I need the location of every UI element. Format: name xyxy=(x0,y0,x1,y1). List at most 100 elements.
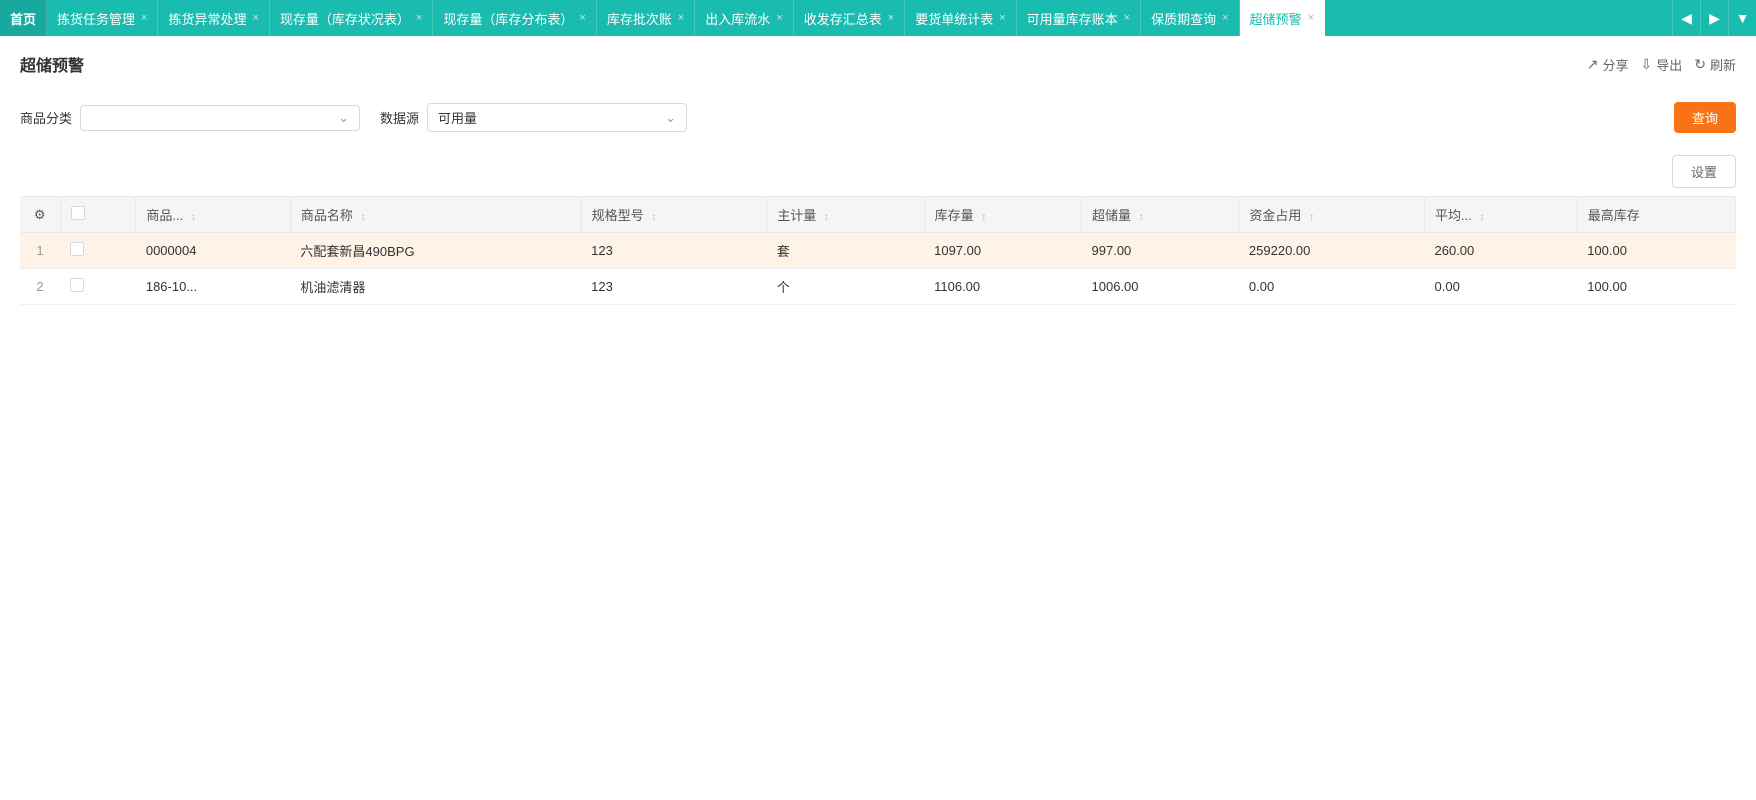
nav-task-mgmt-label: 拣货任务管理 xyxy=(57,9,135,28)
col-header-overstock: 超储量 ↕ xyxy=(1082,197,1239,233)
col-label-stock: 库存量 xyxy=(935,208,974,223)
row-spec: 123 xyxy=(581,269,767,305)
nav-close-expiry[interactable]: × xyxy=(1222,12,1228,24)
page-title: 超储预警 xyxy=(20,52,84,76)
col-header-spec: 规格型号 ↕ xyxy=(581,197,767,233)
category-label: 商品分类 xyxy=(20,108,72,127)
nav-item-stock-dist[interactable]: 现存量（库存分布表） × xyxy=(433,0,596,36)
row-select-checkbox[interactable] xyxy=(70,278,84,292)
col-header-max-stock: 最高库存 xyxy=(1577,197,1735,233)
row-checkbox[interactable] xyxy=(60,233,136,269)
category-filter: 商品分类 ⌄ xyxy=(20,105,360,131)
row-overstock: 1006.00 xyxy=(1082,269,1239,305)
page-header: 超储预警 ↗ 分享 ⇩ 导出 ↻ 刷新 xyxy=(20,52,1736,76)
nav-home-label: 首页 xyxy=(10,9,36,28)
nav-item-task-mgmt[interactable]: 拣货任务管理 × xyxy=(47,0,158,36)
query-button[interactable]: 查询 xyxy=(1674,102,1736,133)
col-header-product-name: 商品名称 ↕ xyxy=(290,197,581,233)
col-header-checkbox xyxy=(60,197,136,233)
row-avg: 260.00 xyxy=(1425,233,1578,269)
sort-icon-capital[interactable]: ↕ xyxy=(1309,212,1314,223)
row-unit: 套 xyxy=(767,233,924,269)
sort-icon-product-name[interactable]: ↕ xyxy=(361,212,366,223)
nav-more-button[interactable]: ▼ xyxy=(1728,0,1756,36)
share-button[interactable]: ↗ 分享 xyxy=(1587,55,1629,74)
sort-icon-unit[interactable]: ↕ xyxy=(824,212,829,223)
nav-expiry-label: 保质期查询 xyxy=(1151,9,1216,28)
nav-item-summary[interactable]: 收发存汇总表 × xyxy=(794,0,905,36)
filter-row: 商品分类 ⌄ 数据源 可用量 ⌄ 查询 xyxy=(20,92,1736,143)
settings-row: 设置 xyxy=(20,155,1736,188)
nav-overstock-label: 超储预警 xyxy=(1250,9,1302,28)
page-container: 超储预警 ↗ 分享 ⇩ 导出 ↻ 刷新 商品分类 ⌄ 数据源 xyxy=(0,36,1756,800)
col-label-max-stock: 最高库存 xyxy=(1588,208,1640,223)
table-body: 10000004六配套新昌490BPG123套1097.00997.002592… xyxy=(20,233,1736,305)
nav-item-overstock[interactable]: 超储预警 × xyxy=(1240,0,1325,36)
export-button[interactable]: ⇩ 导出 xyxy=(1641,55,1683,74)
sort-icon-spec[interactable]: ↕ xyxy=(651,212,656,223)
gear-icon[interactable]: ⚙ xyxy=(34,207,46,222)
refresh-button[interactable]: ↻ 刷新 xyxy=(1694,55,1736,74)
nav-stock-dist-label: 现存量（库存分布表） xyxy=(443,9,573,28)
datasource-value: 可用量 xyxy=(438,108,477,127)
nav-available-book-label: 可用量库存账本 xyxy=(1027,9,1118,28)
nav-item-stock-status[interactable]: 现存量（库存状况表） × xyxy=(270,0,433,36)
nav-close-order-stat[interactable]: × xyxy=(999,12,1005,24)
nav-item-inout-flow[interactable]: 出入库流水 × xyxy=(695,0,793,36)
row-capital: 259220.00 xyxy=(1239,233,1425,269)
select-all-checkbox[interactable] xyxy=(71,206,85,220)
row-max-stock: 100.00 xyxy=(1577,269,1735,305)
nav-item-batch-account[interactable]: 库存批次账 × xyxy=(597,0,695,36)
nav-stock-status-label: 现存量（库存状况表） xyxy=(280,9,410,28)
nav-batch-account-label: 库存批次账 xyxy=(607,9,672,28)
row-max-stock: 100.00 xyxy=(1577,233,1735,269)
datasource-chevron-icon: ⌄ xyxy=(665,110,676,126)
overstock-table: ⚙ 商品... ↕ 商品名称 ↕ 规格型号 ↕ xyxy=(20,196,1736,305)
nav-close-summary[interactable]: × xyxy=(888,12,894,24)
export-label: 导出 xyxy=(1656,55,1682,74)
nav-close-batch-account[interactable]: × xyxy=(678,12,684,24)
share-icon: ↗ xyxy=(1587,56,1599,73)
nav-summary-label: 收发存汇总表 xyxy=(804,9,882,28)
col-header-stock: 库存量 ↕ xyxy=(924,197,1081,233)
row-checkbox[interactable] xyxy=(60,269,136,305)
data-table-container: ⚙ 商品... ↕ 商品名称 ↕ 规格型号 ↕ xyxy=(20,196,1736,305)
nav-close-overstock[interactable]: × xyxy=(1308,12,1314,24)
category-chevron-icon: ⌄ xyxy=(338,110,349,126)
nav-close-stock-status[interactable]: × xyxy=(416,12,422,24)
share-label: 分享 xyxy=(1602,55,1628,74)
nav-item-order-stat[interactable]: 要货单统计表 × xyxy=(905,0,1016,36)
nav-prev-button[interactable]: ◀ xyxy=(1672,0,1700,36)
nav-item-expiry[interactable]: 保质期查询 × xyxy=(1141,0,1239,36)
col-header-product-code: 商品... ↕ xyxy=(136,197,291,233)
sort-icon-stock[interactable]: ↕ xyxy=(981,212,986,223)
nav-item-exception[interactable]: 拣货异常处理 × xyxy=(158,0,269,36)
nav-item-home[interactable]: 首页 xyxy=(0,0,47,36)
refresh-icon: ↻ xyxy=(1694,56,1706,73)
filter-actions: 查询 xyxy=(1674,102,1736,133)
row-avg: 0.00 xyxy=(1425,269,1578,305)
nav-next-button[interactable]: ▶ xyxy=(1700,0,1728,36)
nav-close-inout-flow[interactable]: × xyxy=(776,12,782,24)
nav-close-available-book[interactable]: × xyxy=(1124,12,1130,24)
nav-close-exception[interactable]: × xyxy=(252,12,258,24)
row-select-checkbox[interactable] xyxy=(70,242,84,256)
settings-button[interactable]: 设置 xyxy=(1672,155,1736,188)
datasource-select[interactable]: 可用量 ⌄ xyxy=(427,103,687,132)
nav-close-stock-dist[interactable]: × xyxy=(579,12,585,24)
row-spec: 123 xyxy=(581,233,767,269)
row-unit: 个 xyxy=(767,269,924,305)
col-header-avg: 平均... ↕ xyxy=(1425,197,1578,233)
nav-exception-label: 拣货异常处理 xyxy=(168,9,246,28)
sort-icon-avg[interactable]: ↕ xyxy=(1479,212,1484,223)
nav-item-available-book[interactable]: 可用量库存账本 × xyxy=(1017,0,1141,36)
sort-icon-product-code[interactable]: ↕ xyxy=(191,212,196,223)
col-label-capital: 资金占用 xyxy=(1249,208,1301,223)
sort-icon-overstock[interactable]: ↕ xyxy=(1139,212,1144,223)
datasource-label: 数据源 xyxy=(380,108,419,127)
col-label-product-name: 商品名称 xyxy=(301,208,353,223)
category-select[interactable]: ⌄ xyxy=(80,105,360,131)
table-row: 2186-10...机油滤清器123个1106.001006.000.000.0… xyxy=(20,269,1736,305)
nav-close-task-mgmt[interactable]: × xyxy=(141,12,147,24)
col-label-product-code: 商品... xyxy=(146,208,183,223)
